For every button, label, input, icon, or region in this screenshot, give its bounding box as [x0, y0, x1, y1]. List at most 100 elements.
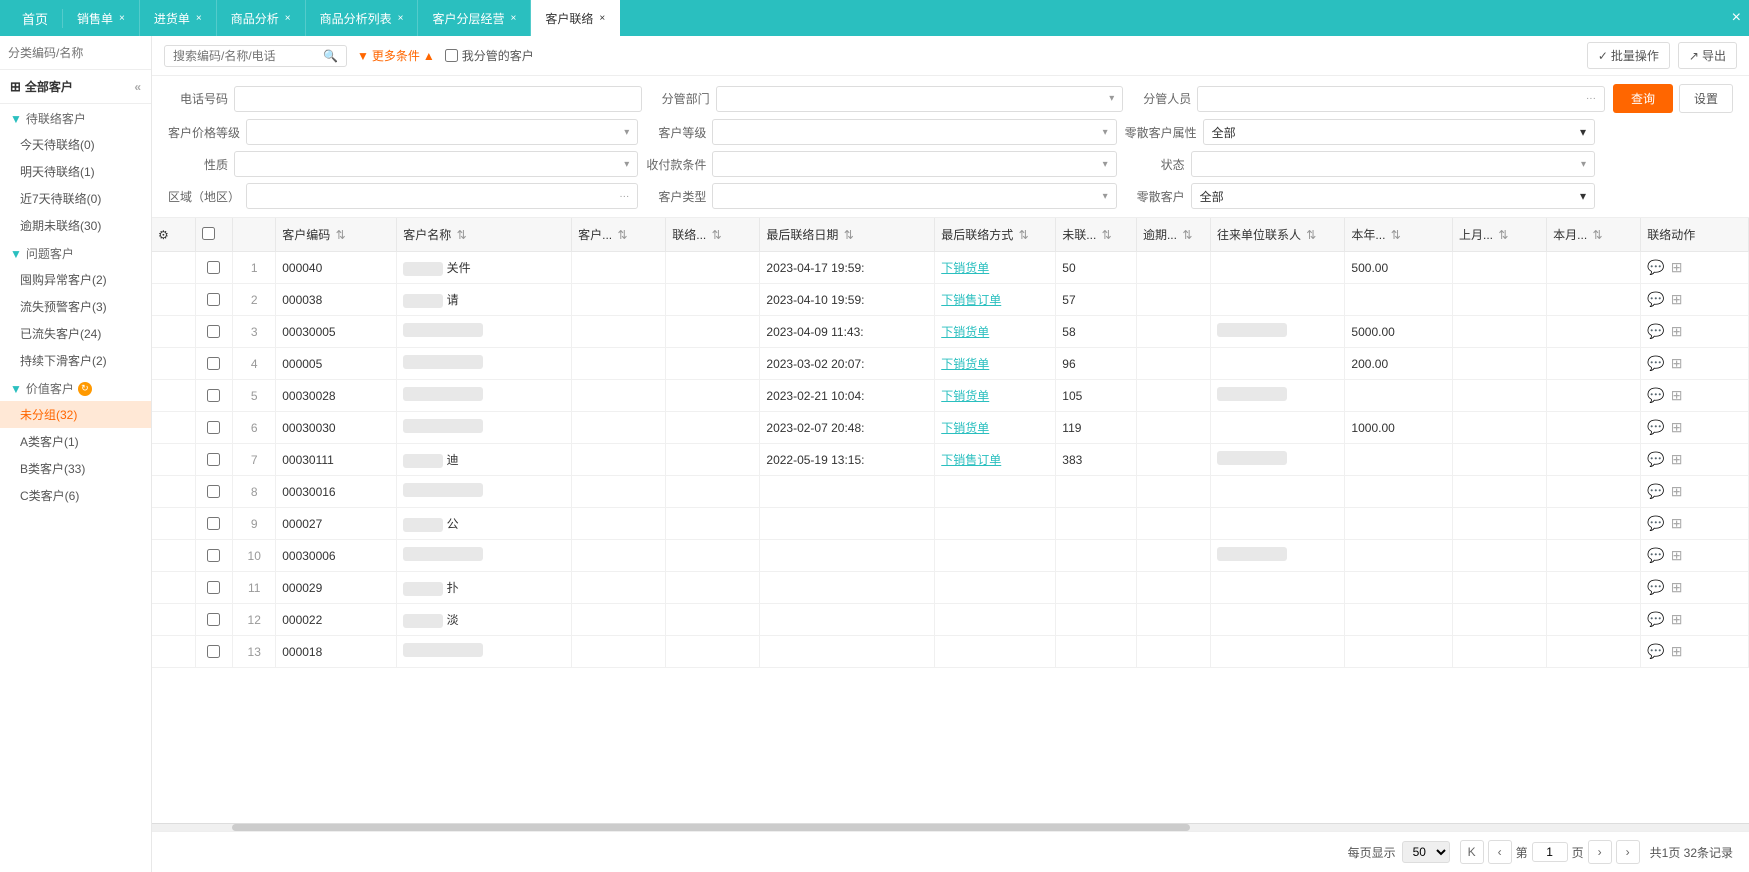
filter-nature-select[interactable]: ▾ [234, 151, 638, 177]
page-number-input[interactable] [1532, 842, 1568, 862]
method-link[interactable]: 下销货单 [941, 357, 989, 371]
reset-button[interactable]: 设置 [1679, 84, 1733, 113]
more-action-icon[interactable]: ⊞ [1671, 387, 1683, 404]
contact-icon[interactable]: 💬 [1647, 579, 1664, 596]
row-checkbox[interactable] [207, 453, 220, 466]
sidebar-item-churn-warning[interactable]: 流失预警客户(3) [0, 293, 151, 320]
row-checkbox[interactable] [207, 357, 220, 370]
nav-tab-customer-mgmt[interactable]: 客户分层经营 × [418, 0, 531, 36]
th-contact[interactable]: 联络... ⇅ [666, 218, 760, 252]
filter-more-conditions[interactable]: ▼ 更多条件 ▲ [357, 47, 435, 64]
nav-tab-purchase[interactable]: 进货单 × [140, 0, 217, 36]
search-icon[interactable]: 🔍 [323, 49, 338, 63]
sidebar-collapse-button[interactable]: « [134, 80, 141, 94]
contact-icon[interactable]: 💬 [1647, 259, 1664, 276]
method-link[interactable]: 下销货单 [941, 261, 989, 275]
more-action-icon[interactable]: ⊞ [1671, 419, 1683, 436]
row-checkbox[interactable] [207, 645, 220, 658]
close-icon[interactable]: × [119, 13, 125, 24]
contact-icon[interactable]: 💬 [1647, 419, 1664, 436]
sidebar-all-customers[interactable]: ⊞ 全部客户 « [0, 70, 151, 104]
table-cell[interactable]: 下销售订单 [935, 284, 1056, 316]
query-button[interactable]: 查询 [1613, 84, 1673, 113]
th-last-method[interactable]: 最后联络方式 ⇅ [935, 218, 1056, 252]
table-cell[interactable]: 下销货单 [935, 348, 1056, 380]
th-last-date[interactable]: 最后联络日期 ⇅ [760, 218, 935, 252]
table-cell-checkbox[interactable] [195, 412, 233, 444]
sidebar-item-declining[interactable]: 持续下滑客户(2) [0, 347, 151, 374]
sidebar-item-abnormal[interactable]: 囤购异常客户(2) [0, 266, 151, 293]
method-link[interactable]: 下销售订单 [941, 453, 1001, 467]
th-this-month[interactable]: 本月... ⇅ [1547, 218, 1641, 252]
nav-tab-analysis-list[interactable]: 商品分析列表 × [306, 0, 419, 36]
table-cell-checkbox[interactable] [195, 604, 233, 636]
refresh-icon[interactable]: ↻ [78, 382, 92, 396]
table-cell[interactable]: 下销货单 [935, 252, 1056, 284]
sidebar-item-overdue-pending[interactable]: 逾期未联络(30) [0, 212, 151, 239]
filter-manager-input[interactable]: ··· [1197, 86, 1605, 112]
th-partner[interactable]: 往来单位联系人 ⇅ [1210, 218, 1344, 252]
th-customer-code[interactable]: 客户编码 ⇅ [276, 218, 397, 252]
filter-search-input[interactable] [173, 49, 323, 63]
table-cell-checkbox[interactable] [195, 284, 233, 316]
filter-status-select[interactable]: ▾ [1191, 151, 1595, 177]
table-cell-checkbox[interactable] [195, 380, 233, 412]
more-action-icon[interactable]: ⊞ [1671, 483, 1683, 500]
more-action-icon[interactable]: ⊞ [1671, 579, 1683, 596]
filter-level-select[interactable]: ▾ [712, 119, 1116, 145]
close-icon[interactable]: × [599, 13, 605, 24]
th-customer-name[interactable]: 客户名称 ⇅ [397, 218, 572, 252]
filter-retail-select[interactable]: 全部 ▾ [1203, 119, 1595, 145]
row-checkbox[interactable] [207, 261, 220, 274]
nav-tab-home[interactable]: 首页 [8, 9, 63, 28]
next-page-button[interactable]: › [1588, 840, 1612, 864]
row-checkbox[interactable] [207, 485, 220, 498]
nav-tab-customer-contact[interactable]: 客户联络 × [531, 0, 620, 36]
method-link[interactable]: 下销售订单 [941, 293, 1001, 307]
table-cell-checkbox[interactable] [195, 572, 233, 604]
more-action-icon[interactable]: ⊞ [1671, 515, 1683, 532]
contact-icon[interactable]: 💬 [1647, 547, 1664, 564]
filter-phone-input[interactable] [234, 86, 642, 112]
filter-retail2-select[interactable]: 全部 ▾ [1191, 183, 1595, 209]
more-action-icon[interactable]: ⊞ [1671, 643, 1683, 660]
close-icon[interactable]: × [398, 13, 404, 24]
contact-icon[interactable]: 💬 [1647, 643, 1664, 660]
row-checkbox[interactable] [207, 517, 220, 530]
nav-tab-sales[interactable]: 销售单 × [63, 0, 140, 36]
th-overdue[interactable]: 逾期... ⇅ [1136, 218, 1210, 252]
sidebar-item-today-pending[interactable]: 今天待联络(0) [0, 131, 151, 158]
row-checkbox[interactable] [207, 421, 220, 434]
table-cell-checkbox[interactable] [195, 444, 233, 476]
method-link[interactable]: 下销货单 [941, 421, 989, 435]
table-cell[interactable]: 下销货单 [935, 380, 1056, 412]
filter-type-select[interactable]: ▾ [712, 183, 1116, 209]
per-page-select[interactable]: 50 [1402, 841, 1450, 863]
table-cell-checkbox[interactable] [195, 316, 233, 348]
table-cell-checkbox[interactable] [195, 540, 233, 572]
prev-page-button[interactable]: ‹ [1488, 840, 1512, 864]
table-cell-checkbox[interactable] [195, 252, 233, 284]
th-uncontact[interactable]: 未联... ⇅ [1056, 218, 1137, 252]
first-page-button[interactable]: K [1460, 840, 1484, 864]
table-cell[interactable]: 下销货单 [935, 316, 1056, 348]
close-icon[interactable]: × [285, 13, 291, 24]
sidebar-item-ungrouped[interactable]: 未分组(32) [0, 401, 151, 428]
th-checkbox[interactable] [195, 218, 233, 252]
th-customer-type[interactable]: 客户... ⇅ [572, 218, 666, 252]
filter-dept-select[interactable]: ▾ [716, 86, 1124, 112]
th-this-year[interactable]: 本年... ⇅ [1345, 218, 1453, 252]
row-checkbox[interactable] [207, 325, 220, 338]
more-action-icon[interactable]: ⊞ [1671, 611, 1683, 628]
more-action-icon[interactable]: ⊞ [1671, 355, 1683, 372]
more-action-icon[interactable]: ⊞ [1671, 323, 1683, 340]
sidebar-item-lost[interactable]: 已流失客户(24) [0, 320, 151, 347]
contact-icon[interactable]: 💬 [1647, 483, 1664, 500]
th-settings[interactable]: ⚙ [152, 218, 195, 252]
sidebar-item-tomorrow-pending[interactable]: 明天待联络(1) [0, 158, 151, 185]
th-last-month[interactable]: 上月... ⇅ [1453, 218, 1547, 252]
contact-icon[interactable]: 💬 [1647, 451, 1664, 468]
method-link[interactable]: 下销货单 [941, 325, 989, 339]
my-customers-check-input[interactable] [445, 49, 458, 62]
more-action-icon[interactable]: ⊞ [1671, 259, 1683, 276]
